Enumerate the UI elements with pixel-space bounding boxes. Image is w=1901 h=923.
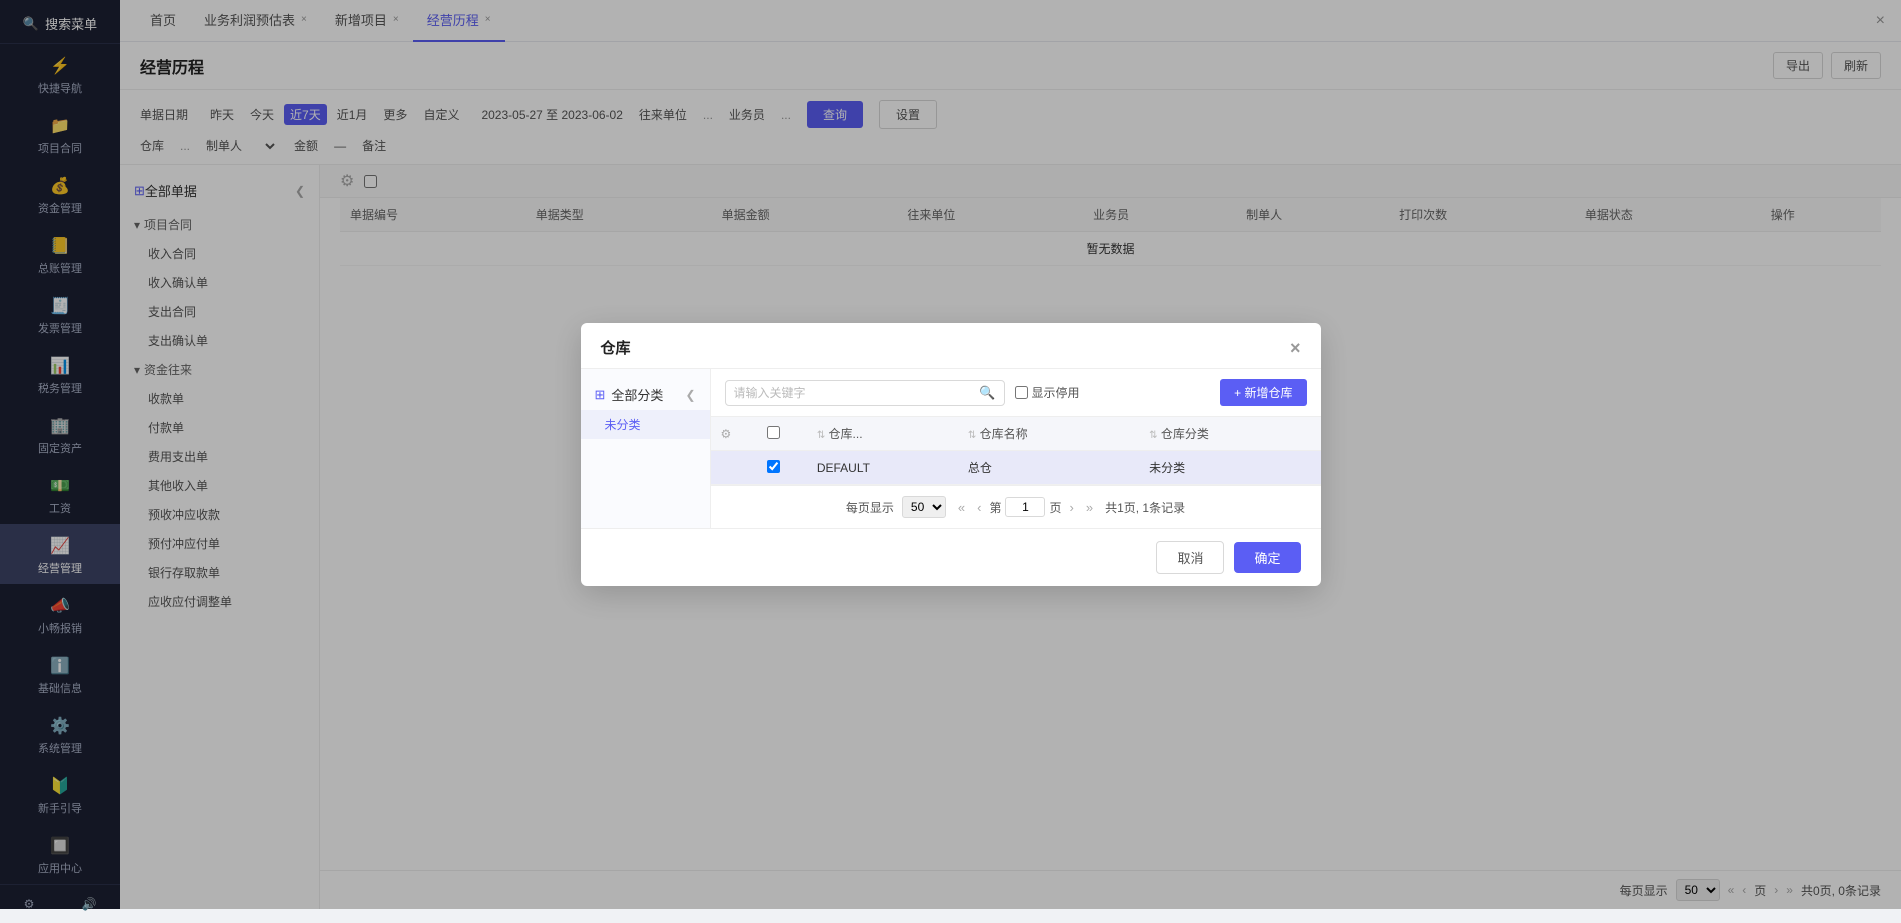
search-icon[interactable]: 🔍 [979,385,995,401]
modal-per-page-select[interactable]: 50 [902,496,946,518]
row-check-cell [757,451,807,485]
last-page-btn[interactable]: » [1082,498,1097,517]
modal-pagination: 每页显示 50 « ‹ 第 页 › » 共1页, 1条记录 [711,485,1321,528]
category-sidebar: ⊞ 全部分类 ❮ 未分类 [581,369,711,528]
row-category-cell: 未分类 [1139,451,1320,485]
th-gear: ⚙ [711,417,757,451]
show-disabled-checkbox[interactable]: 显示停用 [1015,384,1080,401]
page-prefix-label: 第 [989,499,1001,516]
warehouse-row[interactable]: DEFAULT 总仓 未分类 [711,451,1321,485]
th-name: ⇅ 仓库名称 [958,417,1139,451]
show-disabled-input[interactable] [1015,386,1028,399]
all-category-label: 全部分类 [611,385,663,404]
row-code-cell: DEFAULT [807,451,958,485]
sort-icon: ⇅ [968,430,976,441]
total-label: 共1页, 1条记录 [1105,499,1185,516]
th-code-label: 仓库... [829,427,863,441]
all-category-header[interactable]: ⊞ 全部分类 ❮ [581,379,710,410]
warehouse-table-header-row: ⚙ ⇅ 仓库... ⇅ [711,417,1321,451]
modal-body: ⊞ 全部分类 ❮ 未分类 🔍 显示停用 [581,369,1321,528]
modal-header: 仓库 × [581,323,1321,369]
th-category-label: 仓库分类 [1161,427,1209,441]
modal-search-input[interactable] [734,386,974,400]
row-checkbox[interactable] [767,460,780,473]
row-gear-cell [711,451,757,485]
modal-main: 🔍 显示停用 + 新增仓库 ⚙ [711,369,1321,528]
modal-select-all[interactable] [767,426,780,439]
warehouse-modal: 仓库 × ⊞ 全部分类 ❮ 未分类 🔍 [581,323,1321,586]
row-name-cell: 总仓 [958,451,1139,485]
warehouse-table: ⚙ ⇅ 仓库... ⇅ [711,417,1321,485]
modal-overlay[interactable]: 仓库 × ⊞ 全部分类 ❮ 未分类 🔍 [0,0,1901,909]
confirm-button[interactable]: 确定 [1234,542,1300,573]
prev-page-btn[interactable]: ‹ [973,498,985,517]
next-page-btn[interactable]: › [1066,498,1078,517]
th-code: ⇅ 仓库... [807,417,958,451]
sort-icon: ⇅ [817,430,825,441]
modal-per-page-label: 每页显示 [846,499,894,516]
cat-collapse-icon[interactable]: ❮ [685,388,695,402]
gear-icon[interactable]: ⚙ [721,427,732,441]
page-nav: « ‹ 第 页 › » [954,497,1097,517]
current-page-input[interactable] [1005,497,1045,517]
th-check [757,417,807,451]
add-warehouse-button[interactable]: + 新增仓库 [1220,379,1306,406]
category-item-unclassified[interactable]: 未分类 [581,410,710,439]
th-category: ⇅ 仓库分类 [1139,417,1320,451]
modal-footer: 取消 确定 [581,528,1321,586]
modal-search-box: 🔍 [725,380,1005,406]
modal-title: 仓库 [601,337,631,358]
page-suffix-label: 页 [1049,499,1061,516]
sort-icon: ⇅ [1149,430,1157,441]
show-disabled-label: 显示停用 [1032,384,1080,401]
modal-table-container: ⚙ ⇅ 仓库... ⇅ [711,417,1321,485]
first-page-btn[interactable]: « [954,498,969,517]
cancel-button[interactable]: 取消 [1156,541,1224,574]
modal-toolbar: 🔍 显示停用 + 新增仓库 [711,369,1321,417]
category-icon: ⊞ [595,387,606,403]
th-name-label: 仓库名称 [980,427,1028,441]
modal-close-button[interactable]: × [1290,339,1301,357]
